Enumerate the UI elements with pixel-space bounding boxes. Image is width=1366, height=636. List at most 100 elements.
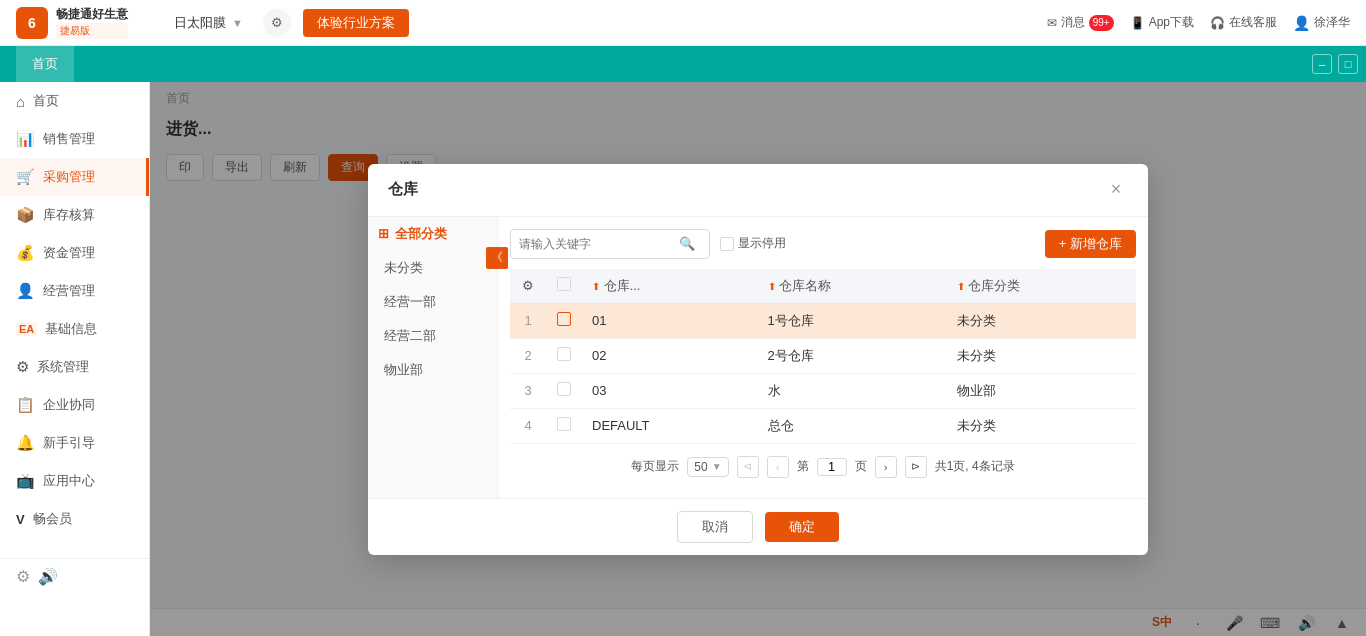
- row-name: 水: [758, 373, 947, 408]
- sidebar-item-inventory[interactable]: 📦 库存核算: [0, 196, 149, 234]
- row-code: 01: [582, 303, 758, 338]
- settings-icon[interactable]: ⚙: [263, 9, 291, 37]
- show-disabled-wrap: 显示停用: [720, 235, 786, 252]
- add-warehouse-btn[interactable]: + 新增仓库: [1045, 230, 1136, 258]
- modal-title: 仓库: [388, 180, 418, 199]
- user-profile-btn[interactable]: 👤 徐泽华: [1293, 14, 1350, 31]
- col-category: ⬆ 仓库分类: [947, 269, 1136, 304]
- cancel-button[interactable]: 取消: [677, 511, 753, 543]
- sidebar-item-apps[interactable]: 📺 应用中心: [0, 462, 149, 500]
- row-checkbox[interactable]: [546, 338, 582, 373]
- chevron-down-icon: ▼: [232, 17, 243, 29]
- row-checkbox[interactable]: [546, 373, 582, 408]
- prev-page-btn[interactable]: ‹: [767, 456, 789, 478]
- confirm-button[interactable]: 确定: [765, 512, 839, 542]
- headphone-icon: 🎧: [1210, 16, 1225, 30]
- row-num: 2: [510, 338, 546, 373]
- search-input[interactable]: [519, 237, 679, 251]
- row-category: 未分类: [947, 303, 1136, 338]
- logo-icon: 6: [16, 7, 48, 39]
- sort-icon-category: ⬆: [957, 281, 965, 292]
- modal-close-btn[interactable]: ×: [1104, 178, 1128, 202]
- table-row[interactable]: 3 03 水 物业部: [510, 373, 1136, 408]
- sidebar-item-enterprise[interactable]: 📋 企业协同: [0, 386, 149, 424]
- first-page-btn[interactable]: ⊲: [737, 456, 759, 478]
- next-page-btn[interactable]: ›: [875, 456, 897, 478]
- row-category: 未分类: [947, 338, 1136, 373]
- row-code: 02: [582, 338, 758, 373]
- speaker-icon[interactable]: 🔊: [38, 567, 58, 586]
- sidebar-collapse-btn[interactable]: 《: [486, 247, 508, 269]
- gear-icon-header[interactable]: ⚙: [522, 278, 534, 293]
- search-icon[interactable]: 🔍: [679, 236, 695, 251]
- sidebar-item-finance[interactable]: 💰 资金管理: [0, 234, 149, 272]
- phone-icon: 📱: [1130, 16, 1145, 30]
- modal-warehouse: 仓库 × 《 ⊞ 全部分类 未分类: [368, 164, 1148, 555]
- finance-icon: 💰: [16, 244, 35, 262]
- row-num: 4: [510, 408, 546, 443]
- sidebar-item-member[interactable]: V 畅会员: [0, 500, 149, 538]
- row-name: 总仓: [758, 408, 947, 443]
- nav-tab-home[interactable]: 首页: [16, 46, 74, 82]
- member-icon: V: [16, 512, 25, 527]
- warehouse-table: ⚙ ⬆ 仓库...: [510, 269, 1136, 444]
- row-category: 未分类: [947, 408, 1136, 443]
- system-icon: ⚙: [16, 358, 29, 376]
- logo-area: 6 畅捷通好生意 捷易版: [16, 6, 166, 39]
- sidebar: ⌂ 首页 📊 销售管理 🛒 采购管理 📦 库存核算 💰 资金管理 👤 经营管理 …: [0, 82, 150, 636]
- sidebar-item-purchase[interactable]: 🛒 采购管理: [0, 158, 149, 196]
- sidebar-item-guide[interactable]: 🔔 新手引导: [0, 424, 149, 462]
- table-row[interactable]: 4 DEFAULT 总仓 未分类: [510, 408, 1136, 443]
- sidebar-item-management[interactable]: 👤 经营管理: [0, 272, 149, 310]
- col-checkbox: [546, 269, 582, 304]
- category-item-ops1[interactable]: 经营一部: [368, 285, 497, 319]
- category-item-unclassified[interactable]: 未分类: [368, 251, 497, 285]
- sidebar-item-basic-info[interactable]: EA 基础信息: [0, 310, 149, 348]
- modal-body: 《 ⊞ 全部分类 未分类 经营一部 经营二部: [368, 217, 1148, 498]
- select-all-checkbox[interactable]: [557, 277, 571, 291]
- avatar-icon: 👤: [1293, 15, 1310, 31]
- row-num: 3: [510, 373, 546, 408]
- row-code: 03: [582, 373, 758, 408]
- sidebar-item-system[interactable]: ⚙ 系统管理: [0, 348, 149, 386]
- modal-overlay: 仓库 × 《 ⊞ 全部分类 未分类: [150, 82, 1366, 636]
- col-code: ⬆ 仓库...: [582, 269, 758, 304]
- row-checkbox[interactable]: [546, 303, 582, 338]
- top-header: 6 畅捷通好生意 捷易版 日太阳膜 ▼ ⚙ 体验行业方案 ✉ 消息 99+ 📱 …: [0, 0, 1366, 46]
- modal-footer: 取消 确定: [368, 498, 1148, 555]
- page-number-input[interactable]: [817, 458, 847, 476]
- per-page-select[interactable]: 50 ▼: [687, 457, 728, 477]
- experience-btn[interactable]: 体验行业方案: [303, 9, 409, 37]
- sidebar-item-home[interactable]: ⌂ 首页: [0, 82, 149, 120]
- sidebar-item-sales[interactable]: 📊 销售管理: [0, 120, 149, 158]
- messages-btn[interactable]: ✉ 消息 99+: [1047, 14, 1114, 31]
- category-item-ops2[interactable]: 经营二部: [368, 319, 497, 353]
- row-num: 1: [510, 303, 546, 338]
- row-category: 物业部: [947, 373, 1136, 408]
- message-icon: ✉: [1047, 16, 1057, 30]
- table-row[interactable]: 2 02 2号仓库 未分类: [510, 338, 1136, 373]
- col-name: ⬆ 仓库名称: [758, 269, 947, 304]
- minimize-btn[interactable]: –: [1312, 54, 1332, 74]
- modal-toolbar: 🔍 显示停用 + 新增仓库: [510, 229, 1136, 259]
- header-right: ✉ 消息 99+ 📱 App下载 🎧 在线客服 👤 徐泽华: [1047, 14, 1350, 31]
- row-checkbox[interactable]: [546, 408, 582, 443]
- maximize-btn[interactable]: □: [1338, 54, 1358, 74]
- sales-icon: 📊: [16, 130, 35, 148]
- category-item-property[interactable]: 物业部: [368, 353, 497, 387]
- modal-category-header[interactable]: ⊞ 全部分类: [368, 217, 497, 251]
- show-disabled-checkbox[interactable]: [720, 237, 734, 251]
- gear-bottom-icon[interactable]: ⚙: [16, 567, 30, 586]
- enterprise-icon: 📋: [16, 396, 35, 414]
- modal-category-sidebar: 《 ⊞ 全部分类 未分类 经营一部 经营二部: [368, 217, 498, 498]
- company-selector[interactable]: 日太阳膜 ▼: [166, 10, 251, 36]
- modal-main-content: 🔍 显示停用 + 新增仓库: [498, 217, 1148, 498]
- last-page-btn[interactable]: ⊳: [905, 456, 927, 478]
- row-code: DEFAULT: [582, 408, 758, 443]
- app-download-btn[interactable]: 📱 App下载: [1130, 14, 1194, 31]
- customer-service-btn[interactable]: 🎧 在线客服: [1210, 14, 1277, 31]
- basic-info-icon: EA: [16, 322, 37, 336]
- pagination: 每页显示 50 ▼ ⊲ ‹ 第 页 › ⊳ 共1页: [510, 444, 1136, 486]
- table-row[interactable]: 1 01 1号仓库 未分类: [510, 303, 1136, 338]
- sort-icon-code: ⬆: [592, 281, 600, 292]
